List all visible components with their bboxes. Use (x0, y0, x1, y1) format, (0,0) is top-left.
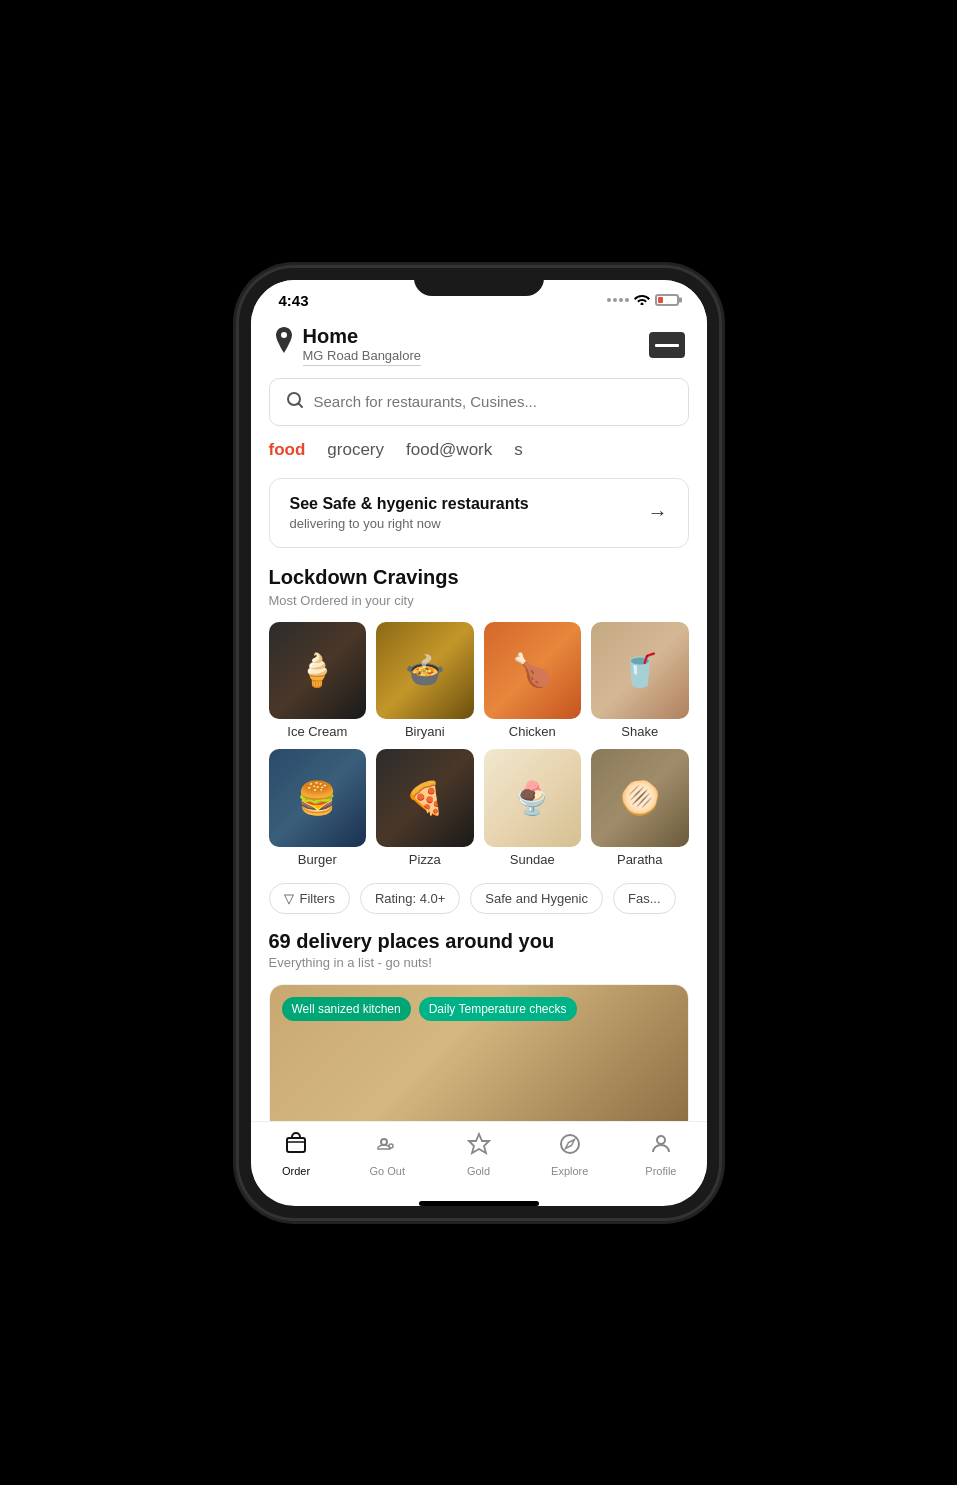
location-block[interactable]: Home MG Road Bangalore (273, 325, 422, 366)
food-img-ice-cream: 🍦 (269, 622, 367, 720)
food-img-shake: 🥤 (591, 622, 689, 720)
filter-pill-filters[interactable]: ▽ Filters (269, 883, 350, 914)
food-label-paratha: Paratha (617, 852, 663, 867)
home-indicator (419, 1201, 539, 1206)
food-img-paratha: 🫓 (591, 749, 689, 847)
food-label-chicken: Chicken (509, 724, 556, 739)
phone-screen: 4:43 (251, 280, 707, 1206)
bottom-nav: Order Go Out Gold (251, 1121, 707, 1197)
notch (414, 268, 544, 296)
gold-icon (467, 1132, 491, 1162)
card-icon-line (655, 344, 679, 347)
food-item-shake[interactable]: 🥤 Shake (591, 622, 689, 740)
filter-pill-rating[interactable]: Rating: 4.0+ (360, 883, 460, 914)
food-label-ice-cream: Ice Cream (287, 724, 347, 739)
nav-item-profile[interactable]: Profile (615, 1132, 706, 1177)
svg-rect-1 (287, 1138, 305, 1152)
food-img-biryani: 🍲 (376, 622, 474, 720)
food-img-chicken: 🍗 (484, 622, 582, 720)
tab-food[interactable]: food (269, 440, 306, 464)
filter-label-safe: Safe and Hygenic (485, 891, 588, 906)
food-label-shake: Shake (621, 724, 658, 739)
tab-food-at-work[interactable]: food@work (406, 440, 492, 464)
food-item-biryani[interactable]: 🍲 Biryani (376, 622, 474, 740)
filter-row: ▽ Filters Rating: 4.0+ Safe and Hygenic … (251, 883, 707, 930)
nav-item-gold[interactable]: Gold (433, 1132, 524, 1177)
tab-more[interactable]: s (514, 440, 523, 464)
scroll-content[interactable]: Home MG Road Bangalore (251, 315, 707, 1121)
battery-icon (655, 294, 679, 306)
filter-icon: ▽ (284, 891, 294, 906)
nav-label-go-out: Go Out (370, 1165, 405, 1177)
location-home-label: Home (303, 325, 422, 348)
food-label-biryani: Biryani (405, 724, 445, 739)
nav-label-explore: Explore (551, 1165, 588, 1177)
lockdown-section-subtitle: Most Ordered in your city (251, 593, 707, 622)
food-img-pizza: 🍕 (376, 749, 474, 847)
search-bar[interactable] (269, 378, 689, 426)
delivery-section-subtitle: Everything in a list - go nuts! (251, 955, 707, 984)
nav-item-order[interactable]: Order (251, 1132, 342, 1177)
card-icon[interactable] (649, 332, 685, 358)
status-icons (607, 293, 679, 307)
safe-restaurants-banner[interactable]: See Safe & hygenic restaurants deliverin… (269, 478, 689, 548)
nav-label-profile: Profile (645, 1165, 676, 1177)
status-time: 4:43 (279, 292, 309, 309)
banner-arrow-icon: → (648, 501, 668, 524)
food-label-pizza: Pizza (409, 852, 441, 867)
location-text: Home MG Road Bangalore (303, 325, 422, 366)
search-input[interactable] (314, 393, 672, 410)
food-item-paratha[interactable]: 🫓 Paratha (591, 749, 689, 867)
food-item-ice-cream[interactable]: 🍦 Ice Cream (269, 622, 367, 740)
tab-grocery[interactable]: grocery (327, 440, 384, 464)
filter-label-filters: Filters (300, 891, 335, 906)
explore-icon (558, 1132, 582, 1162)
restaurant-image: Well sanized kitchen Daily Temperature c… (270, 985, 688, 1121)
food-item-sundae[interactable]: 🍨 Sundae (484, 749, 582, 867)
food-item-burger[interactable]: 🍔 Burger (269, 749, 367, 867)
restaurant-card[interactable]: Well sanized kitchen Daily Temperature c… (269, 984, 689, 1121)
svg-point-2 (381, 1139, 387, 1145)
banner-text: See Safe & hygenic restaurants deliverin… (290, 495, 529, 531)
filter-pill-fast[interactable]: Fas... (613, 883, 676, 914)
filter-pill-safe[interactable]: Safe and Hygenic (470, 883, 603, 914)
food-img-burger: 🍔 (269, 749, 367, 847)
food-img-sundae: 🍨 (484, 749, 582, 847)
nav-label-order: Order (282, 1165, 310, 1177)
phone-frame: 4:43 (239, 268, 719, 1218)
filter-label-fast: Fas... (628, 891, 661, 906)
svg-point-5 (561, 1135, 579, 1153)
signal-icon (607, 298, 629, 302)
header: Home MG Road Bangalore (251, 315, 707, 378)
badge-sanized: Well sanized kitchen (282, 997, 411, 1021)
banner-title: See Safe & hygenic restaurants (290, 495, 529, 513)
order-icon (284, 1132, 308, 1162)
food-grid: 🍦 Ice Cream 🍲 Biryani 🍗 Chicken (251, 622, 707, 883)
nav-item-explore[interactable]: Explore (524, 1132, 615, 1177)
banner-subtitle: delivering to you right now (290, 516, 529, 531)
filter-label-rating: Rating: 4.0+ (375, 891, 445, 906)
location-pin-icon (273, 327, 295, 361)
category-tabs: food grocery food@work s (251, 440, 707, 478)
food-item-chicken[interactable]: 🍗 Chicken (484, 622, 582, 740)
food-label-burger: Burger (298, 852, 337, 867)
food-label-sundae: Sundae (510, 852, 555, 867)
go-out-icon (375, 1132, 399, 1162)
search-icon (286, 391, 304, 413)
delivery-section-title: 69 delivery places around you (251, 930, 707, 955)
nav-item-go-out[interactable]: Go Out (342, 1132, 433, 1177)
lockdown-section-title: Lockdown Cravings (251, 566, 707, 593)
food-item-pizza[interactable]: 🍕 Pizza (376, 749, 474, 867)
svg-point-6 (657, 1136, 665, 1144)
nav-label-gold: Gold (467, 1165, 490, 1177)
wifi-icon (634, 293, 650, 307)
location-address: MG Road Bangalore (303, 348, 422, 366)
svg-marker-4 (469, 1134, 489, 1153)
badge-temperature: Daily Temperature checks (419, 997, 577, 1021)
profile-icon (649, 1132, 673, 1162)
